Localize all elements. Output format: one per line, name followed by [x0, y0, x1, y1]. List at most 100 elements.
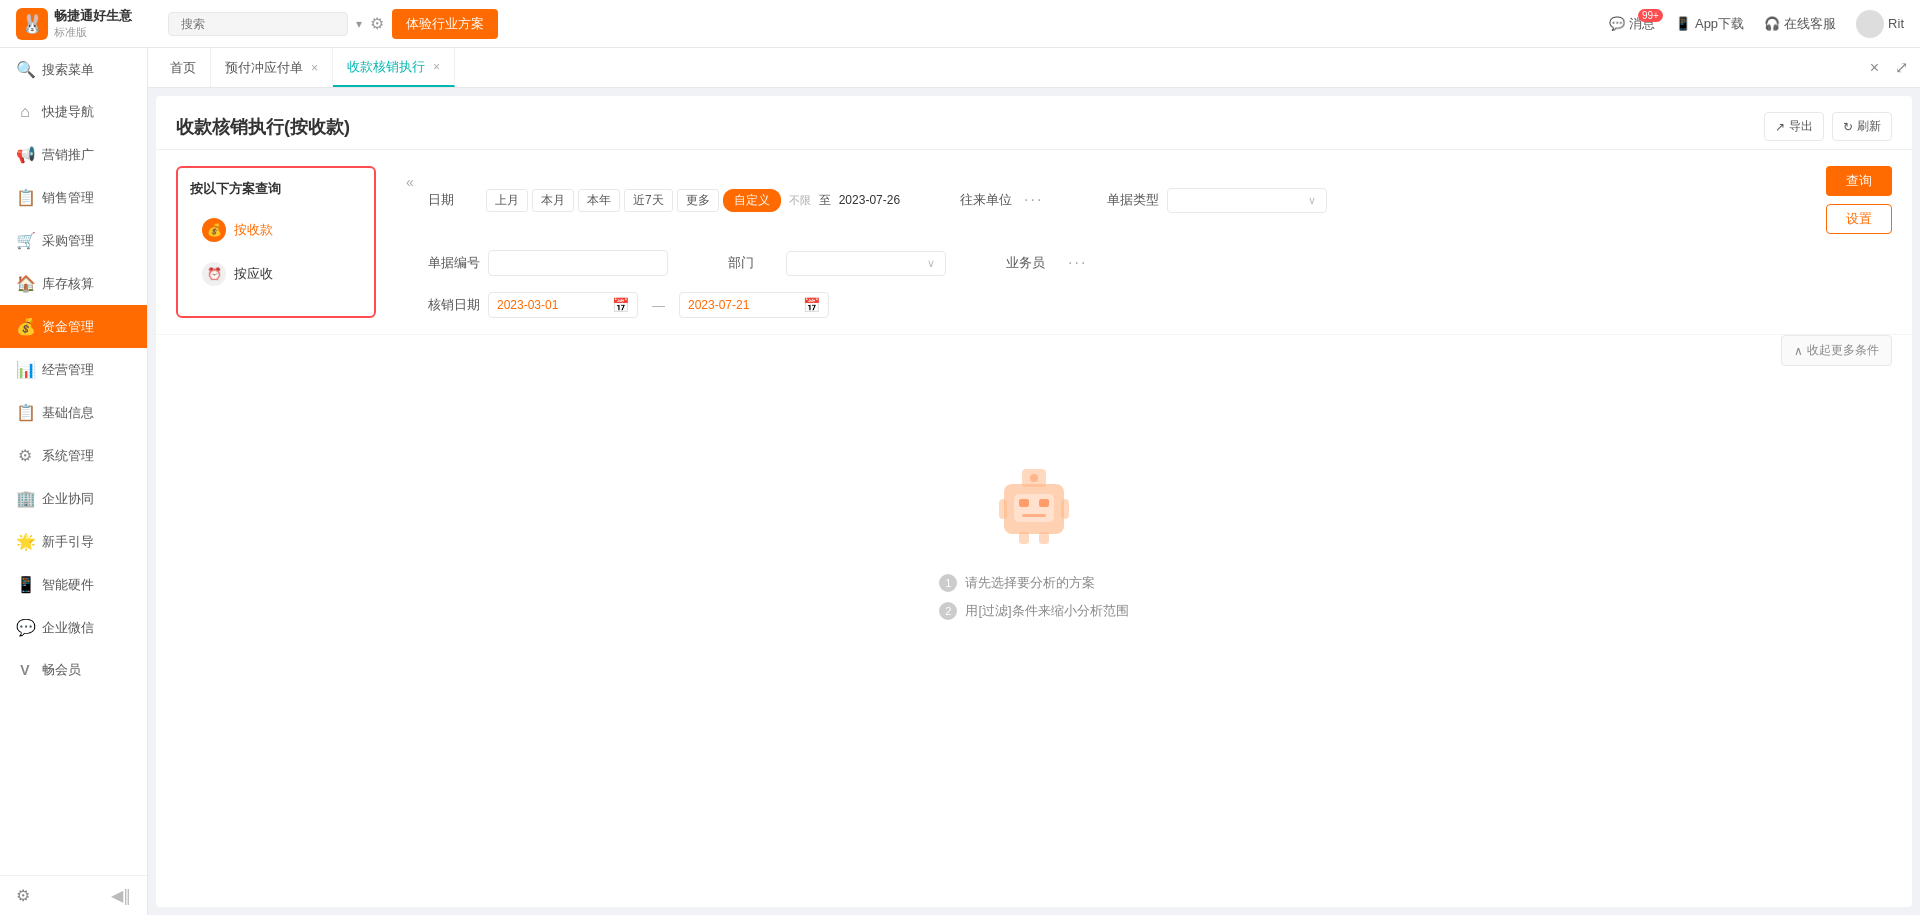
filter-option-receipt-label: 按收款	[234, 221, 273, 239]
hint-num-2: 2	[939, 602, 957, 620]
empty-robot-svg	[984, 454, 1084, 554]
sidebar-item-sales[interactable]: 📋 销售管理	[0, 176, 147, 219]
more-button[interactable]: 更多	[677, 189, 719, 212]
tab-prepay-label: 预付冲应付单	[225, 59, 303, 77]
collapse-conditions-area: ∧ 收起更多条件	[156, 334, 1912, 374]
tab-collection-close[interactable]: ×	[433, 60, 440, 74]
app-subtitle: 标准版	[54, 25, 132, 39]
tab-bar-actions: × ⤢	[1866, 54, 1912, 81]
date-range-text: 不限 至 2023-07-26	[789, 192, 900, 209]
7days-button[interactable]: 近7天	[624, 189, 673, 212]
settings-button[interactable]: 设置	[1826, 204, 1892, 234]
sidebar-item-wechat-biz[interactable]: 💬 企业微信	[0, 606, 147, 649]
header-search-area: ▾ ⚙ 体验行业方案	[168, 9, 1597, 39]
inventory-icon: 🏠	[16, 274, 34, 293]
counterpart-select-button[interactable]: ···	[1020, 191, 1047, 209]
header-search-input[interactable]	[168, 12, 348, 36]
sidebar-item-quick-nav[interactable]: ⌂ 快捷导航	[0, 91, 147, 133]
doc-type-select[interactable]: ∨	[1167, 188, 1327, 213]
date-dash: —	[652, 298, 665, 313]
verify-date-start-input[interactable]	[497, 298, 608, 312]
empty-hint-2: 2 用[过滤]条件来缩小分析范围	[939, 602, 1128, 620]
filter-actions: 查询 设置	[1826, 166, 1892, 234]
custom-date-button[interactable]: 自定义	[723, 189, 781, 212]
header-chevron-icon[interactable]: ▾	[356, 17, 362, 31]
message-button[interactable]: 💬 消息 99+	[1609, 15, 1655, 33]
this-year-button[interactable]: 本年	[578, 189, 620, 212]
sidebar-item-sys-mgmt[interactable]: ⚙ 系统管理	[0, 434, 147, 477]
tab-collection[interactable]: 收款核销执行 ×	[333, 48, 455, 87]
sidebar-collapse-icon[interactable]: ◀‖	[111, 886, 131, 905]
tab-prepay[interactable]: 预付冲应付单 ×	[211, 48, 333, 87]
page-header-actions: ↗ 导出 ↻ 刷新	[1764, 112, 1892, 141]
last-month-button[interactable]: 上月	[486, 189, 528, 212]
sidebar-item-label: 快捷导航	[42, 103, 94, 121]
sidebar-item-label: 搜索菜单	[42, 61, 94, 79]
app-title: 畅捷通好生意	[54, 8, 132, 25]
refresh-button[interactable]: ↻ 刷新	[1832, 112, 1892, 141]
sidebar-item-ops[interactable]: 📊 经营管理	[0, 348, 147, 391]
sidebar-item-basic-info[interactable]: 📋 基础信息	[0, 391, 147, 434]
filter-collapse-button[interactable]: «	[400, 174, 420, 190]
sidebar-item-member[interactable]: V 畅会员	[0, 649, 147, 691]
doc-type-label: 单据类型	[1107, 191, 1159, 209]
sidebar-item-label: 智能硬件	[42, 576, 94, 594]
export-button[interactable]: ↗ 导出	[1764, 112, 1824, 141]
app-download-button[interactable]: 📱 App下载	[1675, 15, 1744, 33]
doc-no-input[interactable]	[488, 250, 668, 276]
sidebar-item-enterprise[interactable]: 🏢 企业协同	[0, 477, 147, 520]
sidebar-item-smart-hw[interactable]: 📱 智能硬件	[0, 563, 147, 606]
tab-prepay-close[interactable]: ×	[311, 61, 318, 75]
svg-rect-4	[1022, 514, 1046, 517]
tab-bar: 首页 预付冲应付单 × 收款核销执行 × × ⤢	[148, 48, 1920, 88]
smart-hw-icon: 📱	[16, 575, 34, 594]
tab-close-all-button[interactable]: ×	[1866, 55, 1883, 81]
sidebar-item-label: 销售管理	[42, 189, 94, 207]
collapse-conditions-button[interactable]: ∧ 收起更多条件	[1781, 335, 1892, 366]
sidebar-item-purchase[interactable]: 🛒 采购管理	[0, 219, 147, 262]
user-profile[interactable]: Rit	[1856, 10, 1904, 38]
doc-type-chevron-icon: ∨	[1308, 194, 1316, 207]
date-to-value: 2023-07-26	[839, 193, 900, 207]
online-service-button[interactable]: 🎧 在线客服	[1764, 15, 1836, 33]
calendar-start-icon: 📅	[612, 297, 629, 313]
sidebar-item-marketing[interactable]: 📢 营销推广	[0, 133, 147, 176]
finance-icon: 💰	[16, 317, 34, 336]
sidebar-item-finance[interactable]: 💰 资金管理	[0, 305, 147, 348]
industry-solution-button[interactable]: 体验行业方案	[392, 9, 498, 39]
empty-illustration	[984, 454, 1084, 554]
refresh-label: 刷新	[1857, 118, 1881, 135]
tab-expand-button[interactable]: ⤢	[1891, 54, 1912, 81]
member-icon: V	[16, 662, 34, 678]
sidebar-item-guide[interactable]: 🌟 新手引导	[0, 520, 147, 563]
sidebar-settings-icon[interactable]: ⚙	[16, 886, 30, 905]
sidebar-item-inventory[interactable]: 🏠 库存核算	[0, 262, 147, 305]
svg-rect-5	[999, 499, 1007, 519]
verify-date-end-picker[interactable]: 📅	[679, 292, 829, 318]
query-button[interactable]: 查询	[1826, 166, 1892, 196]
verify-date-end-input[interactable]	[688, 298, 799, 312]
sidebar-item-search-menu[interactable]: 🔍 搜索菜单	[0, 48, 147, 91]
staff-select-button[interactable]: ···	[1064, 254, 1091, 272]
header-gear-icon[interactable]: ⚙	[370, 14, 384, 33]
svg-rect-6	[1061, 499, 1069, 519]
sales-icon: 📋	[16, 188, 34, 207]
filter-option-by-receivable[interactable]: ⏰ 按应收	[190, 254, 362, 294]
dept-select[interactable]: ∨	[786, 251, 946, 276]
doc-no-field: 单据编号	[428, 250, 668, 276]
tab-home[interactable]: 首页	[156, 48, 211, 87]
staff-label: 业务员	[1006, 254, 1056, 272]
this-month-button[interactable]: 本月	[532, 189, 574, 212]
empty-hint-1: 1 请先选择要分析的方案	[939, 574, 1128, 592]
verify-date-start-picker[interactable]: 📅	[488, 292, 638, 318]
calendar-end-icon: 📅	[803, 297, 820, 313]
filter-option-by-receipt[interactable]: 💰 按收款	[190, 210, 362, 250]
enterprise-icon: 🏢	[16, 489, 34, 508]
logo-icon: 🐰	[16, 8, 48, 40]
online-service-label: 在线客服	[1784, 15, 1836, 33]
date-field: 日期 上月 本月 本年 近7天 更多 自定义 不限 至	[428, 189, 900, 212]
online-service-icon: 🎧	[1764, 16, 1780, 31]
svg-rect-7	[1019, 532, 1029, 544]
logo-area: 🐰 畅捷通好生意 标准版	[16, 8, 156, 40]
export-icon: ↗	[1775, 120, 1785, 134]
